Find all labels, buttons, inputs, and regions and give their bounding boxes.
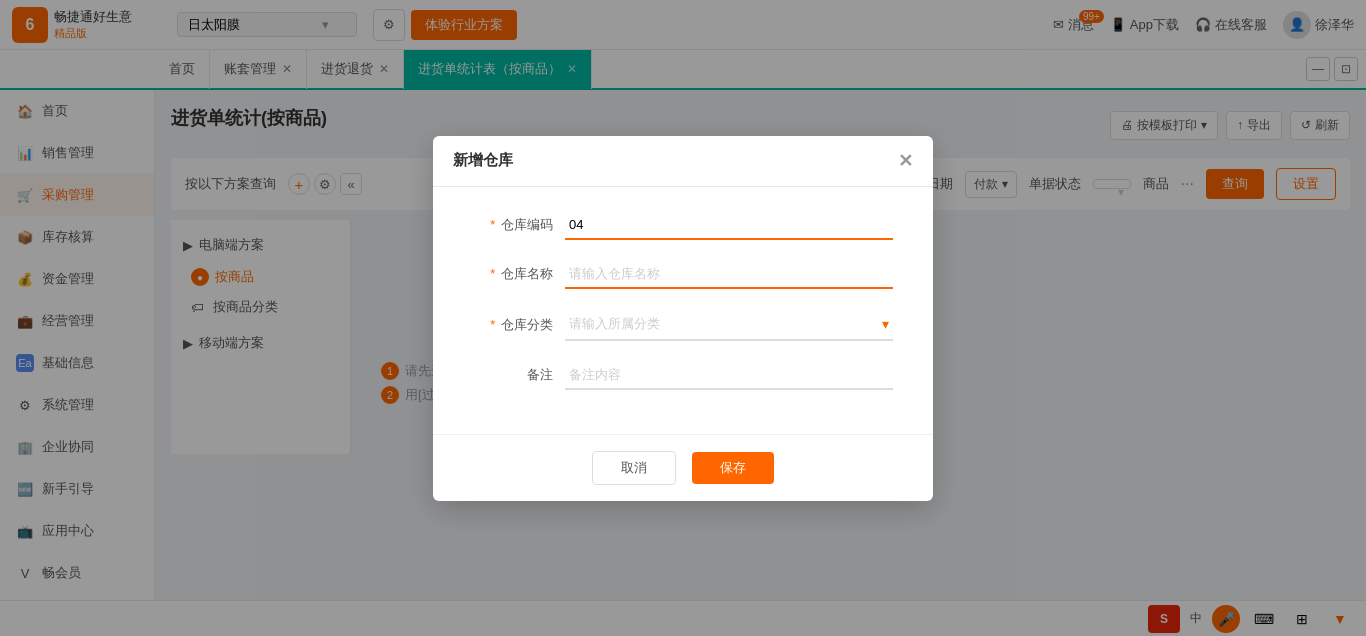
required-mark-cat: * [490,317,495,332]
category-label: * 仓库分类 [473,316,553,334]
modal-footer: 取消 保存 [433,434,933,501]
form-row-category: * 仓库分类 请输入所属分类 ▾ [473,309,893,341]
save-button[interactable]: 保存 [692,452,774,484]
form-row-remark: 备注 [473,361,893,390]
required-mark-name: * [490,266,495,281]
warehouse-code-input[interactable] [565,211,893,240]
modal-header: 新增仓库 ✕ [433,136,933,187]
remark-label: 备注 [473,366,553,384]
cancel-button[interactable]: 取消 [592,451,676,485]
form-row-name: * 仓库名称 [473,260,893,289]
warehouse-name-input[interactable] [565,260,893,289]
modal-title: 新增仓库 [453,151,513,170]
required-mark: * [490,217,495,232]
code-label: * 仓库编码 [473,216,553,234]
category-select[interactable]: 请输入所属分类 ▾ [565,309,893,341]
remark-input[interactable] [565,361,893,390]
name-label: * 仓库名称 [473,265,553,283]
new-warehouse-modal: 新增仓库 ✕ * 仓库编码 * 仓库名称 [433,136,933,501]
modal-close-btn[interactable]: ✕ [898,150,913,172]
form-row-code: * 仓库编码 [473,211,893,240]
category-select-icon: ▾ [882,316,889,332]
modal-overlay[interactable]: 新增仓库 ✕ * 仓库编码 * 仓库名称 [0,0,1366,636]
modal-body: * 仓库编码 * 仓库名称 * 仓库分类 请输入 [433,187,933,434]
